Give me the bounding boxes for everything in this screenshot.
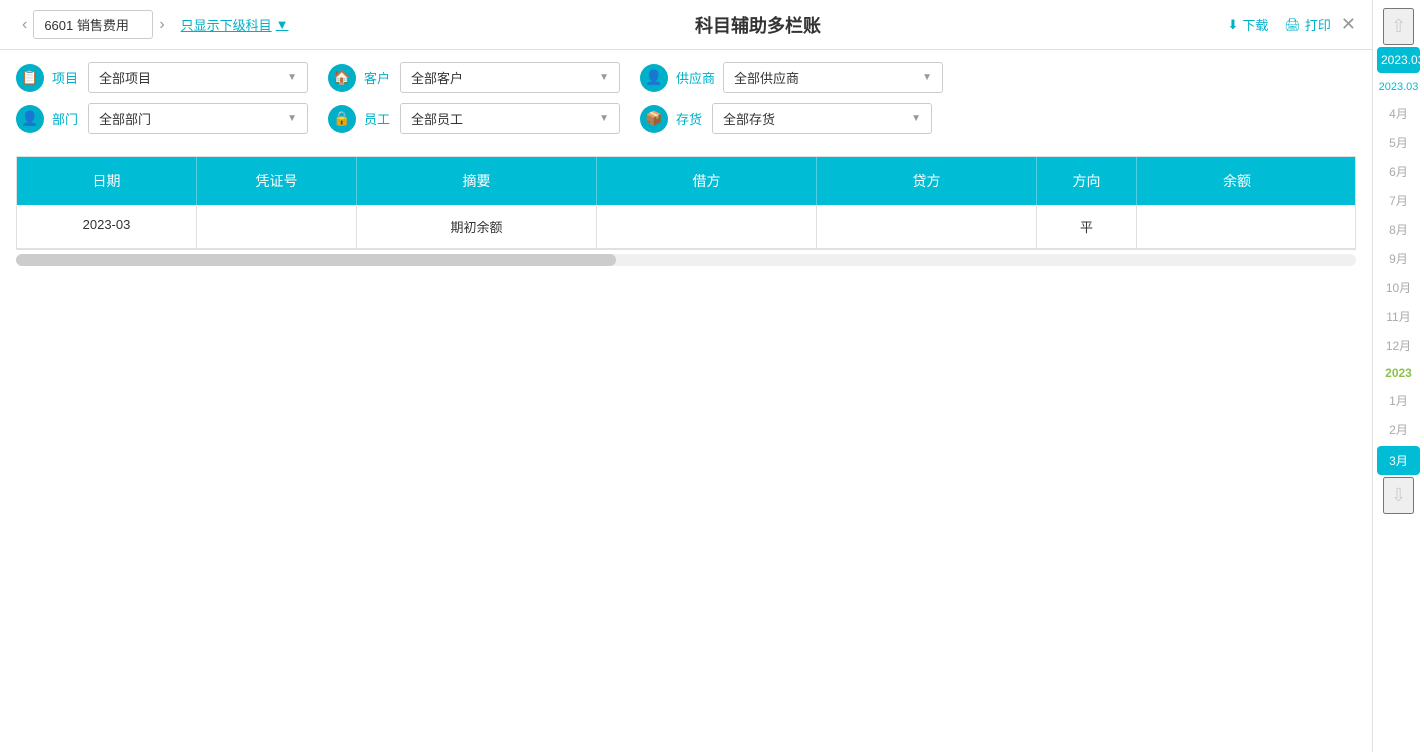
project-arrow-icon: ▼ <box>287 72 297 83</box>
filter-project: 📋 项目 全部项目 ▼ <box>16 62 308 93</box>
supplier-select[interactable]: 全部供应商 ▼ <box>723 62 943 93</box>
next-account-btn[interactable]: › <box>153 14 170 36</box>
filter-area: 📋 项目 全部项目 ▼ 🏠 客户 全部客户 ▼ 👤 <box>0 50 1372 156</box>
print-icon: 🖨 <box>1284 17 1301 33</box>
col-summary: 摘要 <box>357 157 597 205</box>
sidebar-item-5[interactable]: 5月 <box>1373 128 1424 157</box>
cell-direction: 平 <box>1037 205 1137 248</box>
employee-icon: 🔒 <box>328 105 356 133</box>
download-button[interactable]: ⬇ 下载 <box>1227 15 1268 34</box>
employee-label: 员工 <box>364 109 392 128</box>
filter-row-1: 📋 项目 全部项目 ▼ 🏠 客户 全部客户 ▼ 👤 <box>16 62 1356 93</box>
customer-icon: 🏠 <box>328 64 356 92</box>
cell-voucher <box>197 205 357 248</box>
table-header: 日期 凭证号 摘要 借方 贷方 方向 余额 <box>17 157 1355 205</box>
page-title: 科目辅助多栏账 <box>289 12 1228 38</box>
col-balance: 余额 <box>1137 157 1337 205</box>
department-arrow-icon: ▼ <box>287 113 297 124</box>
department-select[interactable]: 全部部门 ▼ <box>88 103 308 134</box>
table-row: 2023-03 期初余额 平 <box>17 205 1355 249</box>
inventory-select[interactable]: 全部存货 ▼ <box>712 103 932 134</box>
sidebar-item-3-active[interactable]: 3月 <box>1377 446 1420 475</box>
employee-arrow-icon: ▼ <box>599 113 609 124</box>
cell-summary: 期初余额 <box>357 205 597 248</box>
main-window: ‹ 6601 销售费用 › 只显示下级科目 ▼ 科目辅助多栏账 ⬇ 下载 🖨 打… <box>0 0 1424 752</box>
col-debit: 借方 <box>597 157 817 205</box>
inventory-label: 存货 <box>676 109 704 128</box>
prev-account-btn[interactable]: ‹ <box>16 14 33 36</box>
header: ‹ 6601 销售费用 › 只显示下级科目 ▼ 科目辅助多栏账 ⬇ 下载 🖨 打… <box>0 0 1372 50</box>
scrollbar-thumb <box>16 254 616 266</box>
download-icon: ⬇ <box>1227 17 1238 33</box>
sidebar-item-6[interactable]: 6月 <box>1373 157 1424 186</box>
sidebar-down-btn[interactable]: ⇩ <box>1383 477 1414 514</box>
filter-department: 👤 部门 全部部门 ▼ <box>16 103 308 134</box>
col-date: 日期 <box>17 157 197 205</box>
show-sub-button[interactable]: 只显示下级科目 ▼ <box>181 15 289 34</box>
sidebar-item-10[interactable]: 10月 <box>1373 273 1424 302</box>
filter-customer: 🏠 客户 全部客户 ▼ <box>328 62 620 93</box>
customer-select[interactable]: 全部客户 ▼ <box>400 62 620 93</box>
sidebar-item-7[interactable]: 7月 <box>1373 186 1424 215</box>
cell-date: 2023-03 <box>17 205 197 248</box>
employee-select[interactable]: 全部员工 ▼ <box>400 103 620 134</box>
project-label: 项目 <box>52 68 80 87</box>
sidebar-item-12[interactable]: 12月 <box>1373 331 1424 360</box>
filter-employee: 🔒 员工 全部员工 ▼ <box>328 103 620 134</box>
sidebar-year-2023: 2023 <box>1373 360 1424 386</box>
filter-inventory: 📦 存货 全部存货 ▼ <box>640 103 932 134</box>
project-icon: 📋 <box>16 64 44 92</box>
close-button[interactable]: ✕ <box>1341 14 1356 35</box>
sidebar-item-9[interactable]: 9月 <box>1373 244 1424 273</box>
sidebar-up-btn[interactable]: ⇧ <box>1383 8 1414 45</box>
sidebar-item-2023-03-first[interactable]: 2023.03 <box>1377 47 1420 73</box>
sidebar-item-2023-03-second[interactable]: 2023.03 <box>1373 75 1424 99</box>
sidebar-item-4[interactable]: 4月 <box>1373 99 1424 128</box>
inventory-arrow-icon: ▼ <box>911 113 921 124</box>
account-code: 6601 销售费用 <box>33 10 153 39</box>
sidebar-item-2[interactable]: 2月 <box>1373 415 1424 444</box>
col-voucher: 凭证号 <box>197 157 357 205</box>
customer-arrow-icon: ▼ <box>599 72 609 83</box>
department-label: 部门 <box>52 109 80 128</box>
inventory-icon: 📦 <box>640 105 668 133</box>
cell-debit <box>597 205 817 248</box>
supplier-label: 供应商 <box>676 68 715 87</box>
cell-credit <box>817 205 1037 248</box>
sidebar-item-8[interactable]: 8月 <box>1373 215 1424 244</box>
print-button[interactable]: 🖨 打印 <box>1284 15 1331 34</box>
dropdown-arrow-icon: ▼ <box>276 17 289 32</box>
header-actions: ⬇ 下载 🖨 打印 <box>1227 15 1330 34</box>
supplier-arrow-icon: ▼ <box>922 72 932 83</box>
col-direction: 方向 <box>1037 157 1137 205</box>
sidebar-item-11[interactable]: 11月 <box>1373 302 1424 331</box>
sidebar-item-1[interactable]: 1月 <box>1373 386 1424 415</box>
customer-label: 客户 <box>364 68 392 87</box>
right-sidebar: ⇧ 2023.03 2023.03 4月 5月 6月 7月 8月 9月 10月 … <box>1372 0 1424 752</box>
filter-row-2: 👤 部门 全部部门 ▼ 🔒 员工 全部员工 ▼ 📦 <box>16 103 1356 134</box>
table-body: 2023-03 期初余额 平 <box>17 205 1355 249</box>
ledger-table: 日期 凭证号 摘要 借方 贷方 方向 余额 2023-03 期初余额 平 <box>16 156 1356 250</box>
supplier-icon: 👤 <box>640 64 668 92</box>
cell-balance <box>1137 205 1337 248</box>
col-credit: 贷方 <box>817 157 1037 205</box>
filter-supplier: 👤 供应商 全部供应商 ▼ <box>640 62 943 93</box>
project-select[interactable]: 全部项目 ▼ <box>88 62 308 93</box>
horizontal-scrollbar[interactable] <box>16 254 1356 266</box>
department-icon: 👤 <box>16 105 44 133</box>
